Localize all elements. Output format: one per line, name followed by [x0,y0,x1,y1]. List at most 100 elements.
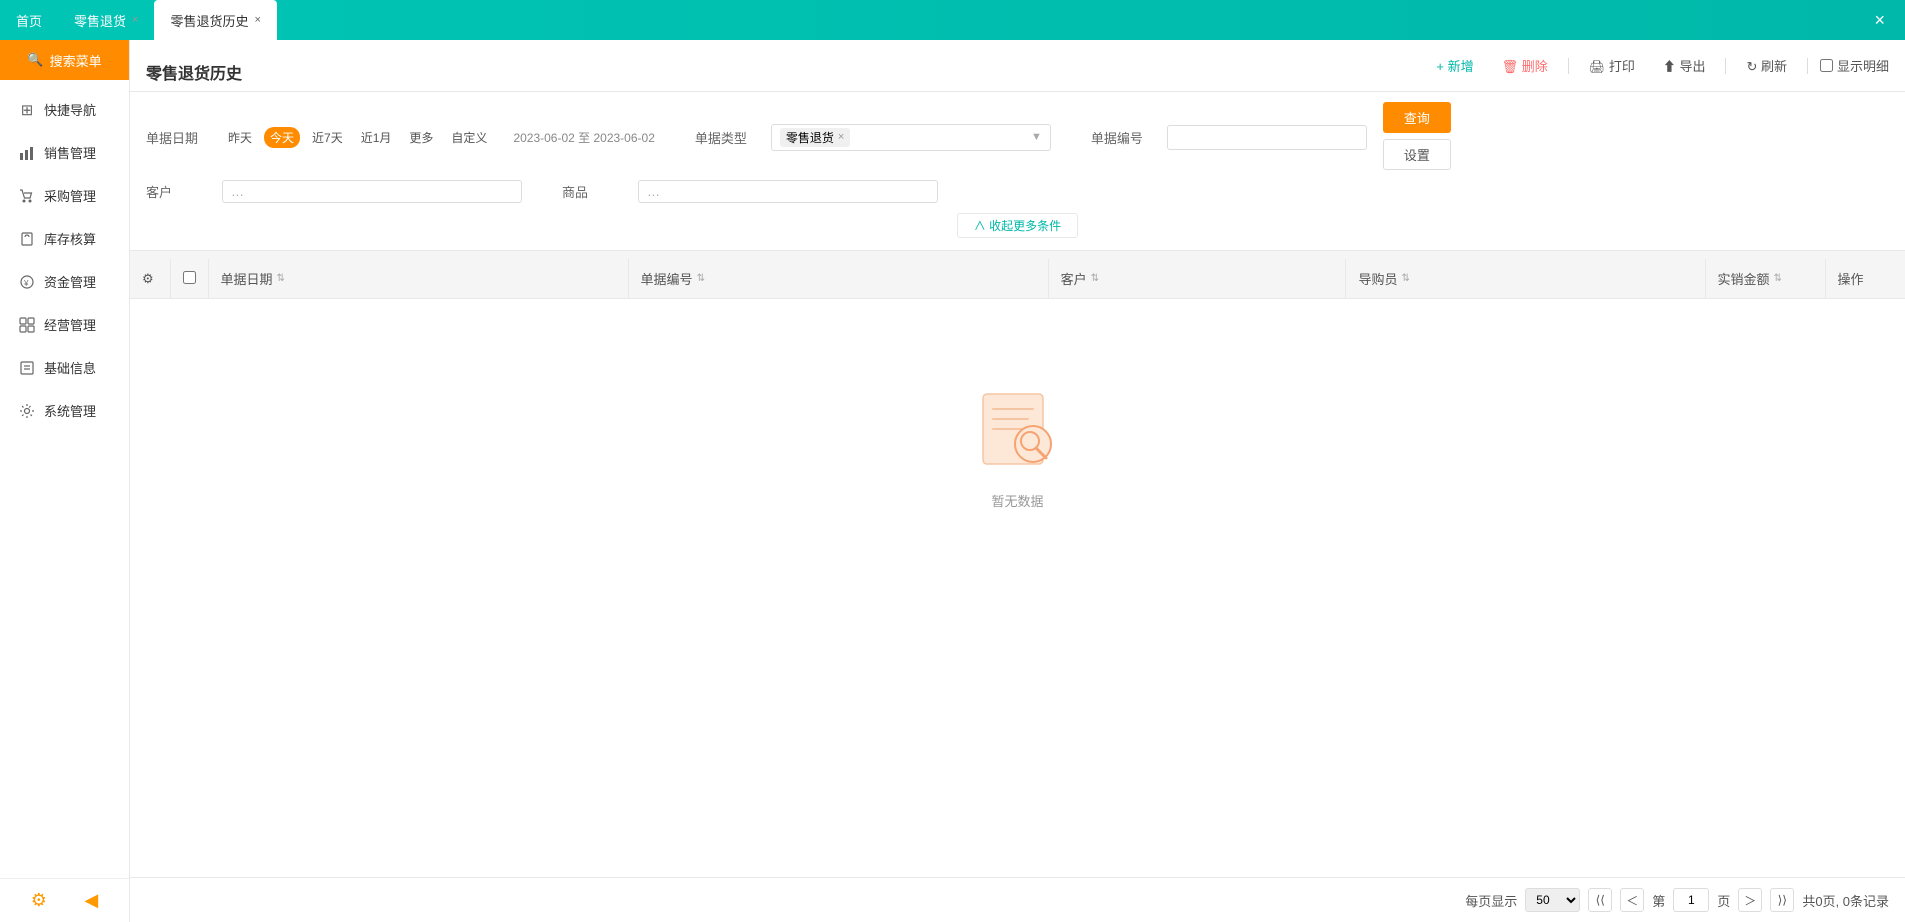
sidebar-item-purchase-mgmt[interactable]: 采购管理 [0,174,129,217]
sys-icon [18,402,36,420]
voucher-type-input[interactable]: 零售退货 × ▼ [771,124,1051,151]
date-opt-yesterday[interactable]: 昨天 [222,127,258,148]
sidebar-item-sales-mgmt[interactable]: 销售管理 [0,131,129,174]
search-icon: 🔍 [27,52,43,68]
sort-no-icon: ⇅ [697,273,705,284]
col-no: 单据编号 ⇅ [628,259,1048,299]
data-table: ⚙ 单据日期 ⇅ 单据编号 [130,259,1905,590]
table-settings-icon[interactable]: ⚙ [142,271,154,286]
col-actions-label: 操作 [1838,272,1864,287]
col-customer-label: 客户 [1061,269,1087,288]
date-opt-custom[interactable]: 自定义 [445,127,493,148]
divider3 [1807,58,1808,74]
tab-retail-return-history[interactable]: 零售退货历史 × [154,0,276,40]
voucher-type-tag-close[interactable]: × [838,131,844,143]
customer-input[interactable]: … [222,180,522,203]
page-size-select[interactable]: 20 50 100 [1525,888,1580,912]
new-button[interactable]: + 新增 [1428,52,1481,79]
query-set-group: 查询 设置 [1383,102,1451,170]
voucher-type-tag: 零售退货 × [780,128,850,147]
last-page-button[interactable]: ⟩⟩ [1770,888,1794,912]
sidebar-item-finance-mgmt[interactable]: ¥ 资金管理 [0,260,129,303]
sort-amount[interactable]: 实销金额 ⇅ [1718,269,1813,288]
set-button[interactable]: 设置 [1383,139,1451,170]
date-opt-more[interactable]: 更多 [403,127,439,148]
show-detail-checkbox[interactable] [1820,59,1833,72]
print-button[interactable]: 🖨 打印 [1581,52,1643,79]
goods-input[interactable]: … [638,180,938,203]
sort-no[interactable]: 单据编号 ⇅ [641,269,1036,288]
table-body: 暂无数据 [130,299,1905,591]
quick-nav-icon: ⊞ [18,101,36,119]
tab-retail-return[interactable]: 零售退货 × [58,0,154,40]
col-checkbox [170,259,208,299]
goods-label: 商品 [562,182,622,201]
date-opt-7days[interactable]: 近7天 [306,127,349,148]
delete-button[interactable]: 🗑 删除 [1494,52,1556,79]
table-container: ⚙ 单据日期 ⇅ 单据编号 [130,259,1905,877]
export-button[interactable]: ⬆ 导出 [1655,52,1714,79]
refresh-button[interactable]: ↻ 刷新 [1738,52,1795,79]
current-page-input[interactable] [1673,888,1709,912]
window-close-button[interactable]: × [1866,10,1893,31]
col-settings: ⚙ [130,259,170,299]
tab-retail-return-history-label: 零售退货历史 [170,11,248,30]
divider2 [1725,58,1726,74]
query-button[interactable]: 查询 [1383,102,1451,133]
operation-icon [18,316,36,334]
col-guide: 导购员 ⇅ [1346,259,1705,299]
voucher-no-input[interactable] [1167,125,1367,150]
sidebar-item-operation-label: 经营管理 [44,315,96,334]
empty-text: 暂无数据 [991,491,1043,510]
collapse-sidebar-icon[interactable]: ◀ [84,890,98,911]
sort-customer[interactable]: 客户 ⇅ [1061,269,1334,288]
tab-retail-return-label: 零售退货 [74,11,126,30]
prev-page-button[interactable]: ＜ [1620,888,1644,912]
sidebar: 🔍 搜索菜单 ⊞ 快捷导航 销售管理 采购管理 [0,40,130,922]
inventory-icon [18,230,36,248]
sidebar-item-basic-info[interactable]: 基础信息 [0,346,129,389]
page-label-suffix: 页 [1717,891,1730,910]
purchase-icon [18,187,36,205]
sidebar-item-purchase-label: 采购管理 [44,186,96,205]
sort-customer-icon: ⇅ [1091,273,1099,284]
sidebar-item-operation-mgmt[interactable]: 经营管理 [0,303,129,346]
sort-guide[interactable]: 导购员 ⇅ [1358,269,1692,288]
sidebar-search[interactable]: 🔍 搜索菜单 [0,40,129,80]
first-page-button[interactable]: ⟨⟨ [1588,888,1612,912]
settings-icon[interactable]: ⚙ [31,890,47,911]
filter-area: 单据日期 昨天 今天 近7天 近1月 更多 自定义 2023-06-02 至 2… [130,92,1905,251]
sidebar-item-inventory[interactable]: 库存核算 [0,217,129,260]
collapse-button[interactable]: ∧ 收起更多条件 [957,213,1078,238]
sidebar-item-sys-label: 系统管理 [44,401,96,420]
tab-retail-return-close[interactable]: × [132,14,138,26]
date-opt-today[interactable]: 今天 [264,127,300,148]
sort-date[interactable]: 单据日期 ⇅ [221,269,616,288]
total-records: 共0页, 0条记录 [1802,891,1889,910]
top-bar-right: × [1866,10,1905,31]
date-opt-1month[interactable]: 近1月 [355,127,398,148]
voucher-type-dropdown-icon: ▼ [1031,131,1042,143]
sidebar-item-quick-nav[interactable]: ⊞ 快捷导航 [0,88,129,131]
page-size-label: 每页显示 [1465,891,1517,910]
sidebar-item-sales-label: 销售管理 [44,143,96,162]
tab-home[interactable]: 首页 [0,0,58,40]
tab-home-label: 首页 [16,11,42,30]
top-bar: 首页 零售退货 × 零售退货历史 × × [0,0,1905,40]
collapse-label: ∧ 收起更多条件 [974,217,1061,234]
tab-retail-return-history-close[interactable]: × [254,14,260,26]
finance-icon: ¥ [18,273,36,291]
next-page-button[interactable]: ＞ [1738,888,1762,912]
main-layout: 🔍 搜索菜单 ⊞ 快捷导航 销售管理 采购管理 [0,40,1905,922]
show-detail-checkbox-label[interactable]: 显示明细 [1820,56,1889,75]
date-options: 昨天 今天 近7天 近1月 更多 自定义 [222,127,493,148]
sidebar-item-sys-mgmt[interactable]: 系统管理 [0,389,129,432]
col-date-label: 单据日期 [221,269,273,288]
collapse-row: ∧ 收起更多条件 [146,213,1889,238]
sort-amount-icon: ⇅ [1774,273,1782,284]
col-guide-label: 导购员 [1358,269,1397,288]
customer-label: 客户 [146,182,206,201]
select-all-checkbox[interactable] [183,271,196,284]
sidebar-item-basic-label: 基础信息 [44,358,96,377]
divider [1568,58,1569,74]
